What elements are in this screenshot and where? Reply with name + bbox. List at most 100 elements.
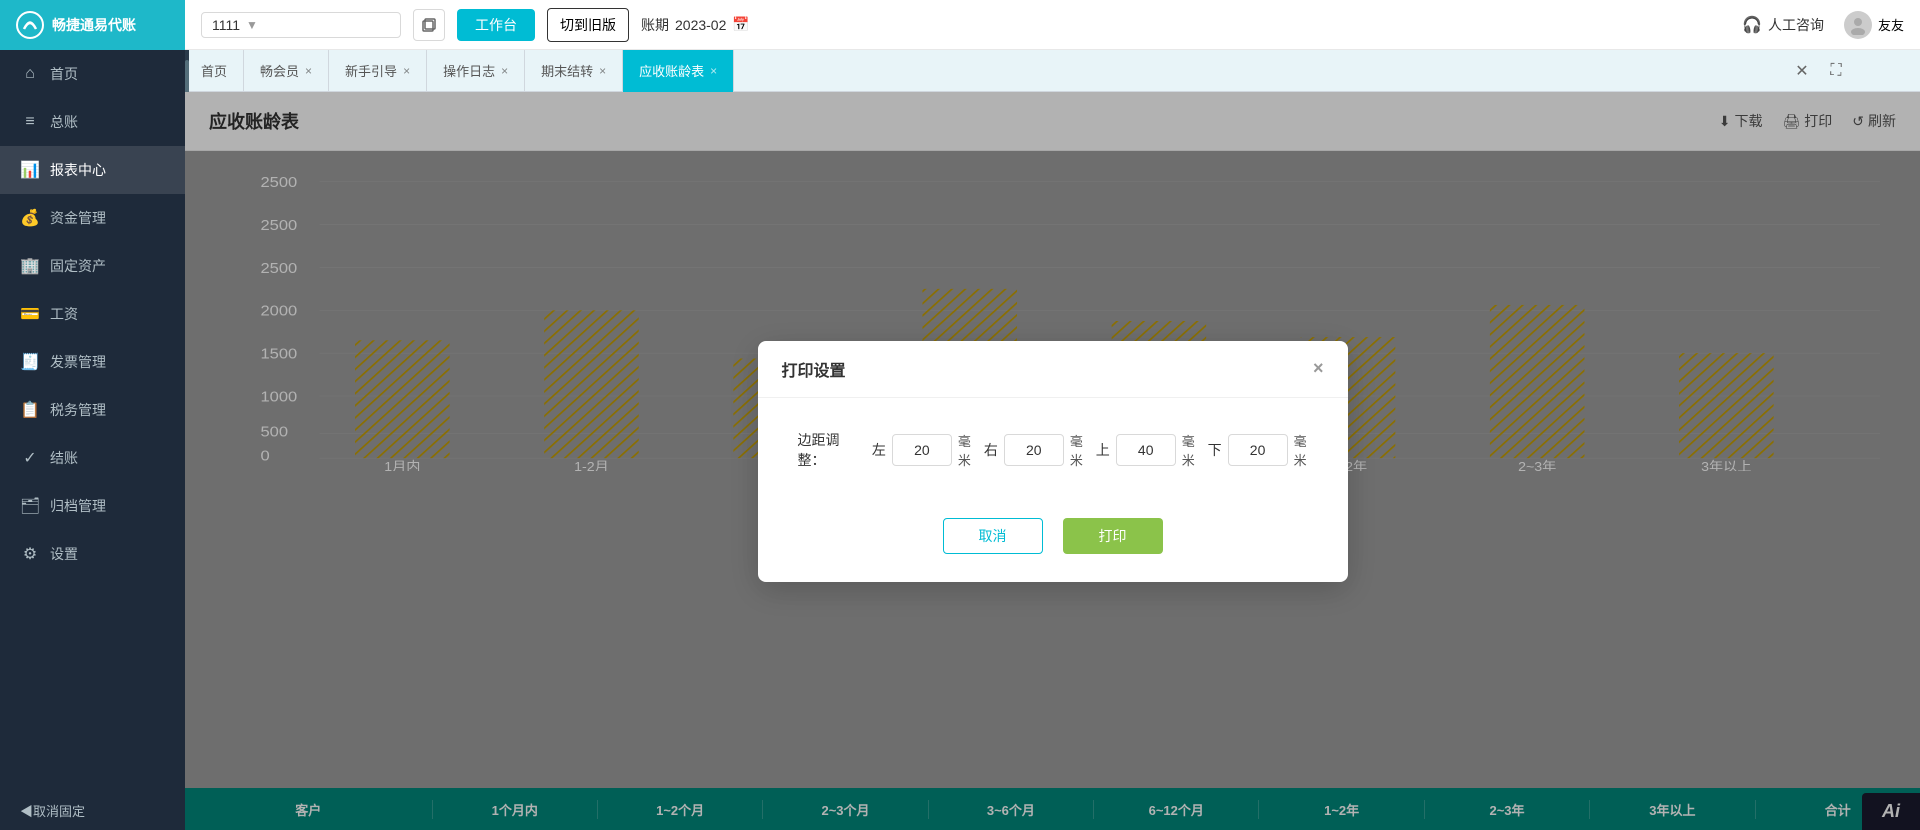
sidebar-item-archive[interactable]: 🗂 归档管理 bbox=[0, 482, 185, 530]
header-right: 🎧 人工咨询 友友 bbox=[1742, 11, 1904, 39]
sidebar-label-reports: 报表中心 bbox=[50, 160, 106, 180]
sidebar-item-settle[interactable]: ✓ 结账 bbox=[0, 434, 185, 482]
margin-right-input[interactable] bbox=[1004, 434, 1064, 466]
margin-bottom-input[interactable] bbox=[1228, 434, 1288, 466]
sidebar-label-home: 首页 bbox=[50, 64, 78, 84]
bottom-direction-label: 下 bbox=[1208, 440, 1222, 460]
sidebar-item-invoice[interactable]: 🧾 发票管理 bbox=[0, 338, 185, 386]
tab-yearend[interactable]: 期末结转 × bbox=[525, 50, 623, 92]
settings-icon: ⚙ bbox=[20, 544, 40, 564]
sidebar-item-funds[interactable]: 💰 资金管理 bbox=[0, 194, 185, 242]
headset-icon: 🎧 bbox=[1742, 15, 1762, 35]
margin-right-group: 右 毫米 bbox=[984, 431, 1084, 469]
margin-bottom-group: 下 毫米 bbox=[1208, 431, 1308, 469]
left-direction-label: 左 bbox=[872, 440, 886, 460]
tab-aging[interactable]: 应收账龄表 × bbox=[623, 50, 734, 92]
sidebar-item-tax[interactable]: 📋 税务管理 bbox=[0, 386, 185, 434]
avatar-icon bbox=[1848, 15, 1868, 35]
confirm-print-button[interactable]: 打印 bbox=[1063, 518, 1163, 554]
ledger-icon: ≡ bbox=[20, 113, 40, 131]
company-select[interactable]: 1111 ▼ bbox=[201, 12, 401, 38]
sidebar-label-archive: 归档管理 bbox=[50, 496, 106, 516]
logo-area: 畅捷通易代账 bbox=[0, 0, 185, 50]
sidebar-label-funds: 资金管理 bbox=[50, 208, 106, 228]
modal-header: 打印设置 × bbox=[758, 341, 1348, 398]
tab-guide-label: 新手引导 bbox=[345, 61, 397, 80]
sidebar-label-settings: 设置 bbox=[50, 544, 78, 564]
tab-guide-close[interactable]: × bbox=[403, 64, 410, 78]
sidebar-bottom-label: ◀取消固定 bbox=[20, 801, 85, 820]
user-avatar bbox=[1844, 11, 1872, 39]
calendar-icon[interactable]: 📅 bbox=[732, 16, 749, 33]
home-icon: ⌂ bbox=[20, 65, 40, 83]
tab-yearend-close[interactable]: × bbox=[599, 64, 606, 78]
cancel-button[interactable]: 取消 bbox=[943, 518, 1043, 554]
tab-home-label: 首页 bbox=[201, 61, 227, 80]
tab-home[interactable]: 首页 bbox=[185, 50, 244, 92]
sidebar-label-salary: 工资 bbox=[50, 304, 78, 324]
sidebar: ⌂ 首页 ≡ 总账 📊 报表中心 💰 资金管理 🏢 固定资产 💳 工资 bbox=[0, 50, 185, 830]
sidebar-label-tax: 税务管理 bbox=[50, 400, 106, 420]
archive-icon: 🗂 bbox=[20, 496, 40, 516]
margin-top-group: 上 毫米 bbox=[1096, 431, 1196, 469]
right-unit-label: 毫米 bbox=[1070, 431, 1084, 469]
switch-old-button[interactable]: 切到旧版 bbox=[547, 8, 629, 42]
tab-vip[interactable]: 畅会员 × bbox=[244, 50, 329, 92]
workbench-button[interactable]: 工作台 bbox=[457, 9, 535, 41]
tab-oplog[interactable]: 操作日志 × bbox=[427, 50, 525, 92]
sidebar-item-ledger[interactable]: ≡ 总账 bbox=[0, 98, 185, 146]
modal-close-button[interactable]: × bbox=[1313, 358, 1324, 379]
tab-aging-close[interactable]: × bbox=[710, 64, 717, 78]
modal-footer: 取消 打印 bbox=[758, 502, 1348, 582]
margin-top-input[interactable] bbox=[1116, 434, 1176, 466]
sidebar-item-reports[interactable]: 📊 报表中心 bbox=[0, 146, 185, 194]
tab-vip-close[interactable]: × bbox=[305, 64, 312, 78]
tab-vip-label: 畅会员 bbox=[260, 61, 299, 80]
page-content: 应收账龄表 ⬇ 下载 🖨 打印 ↺ 刷新 bbox=[185, 92, 1920, 830]
consultant-label: 人工咨询 bbox=[1768, 15, 1824, 35]
tab-oplog-close[interactable]: × bbox=[501, 64, 508, 78]
modal-body: 边距调整： 左 毫米 右 毫米 bbox=[758, 398, 1348, 502]
margin-left-group: 左 毫米 bbox=[872, 431, 972, 469]
print-dialog: 打印设置 × 边距调整： 左 毫米 右 bbox=[758, 341, 1348, 582]
logo-icon bbox=[16, 11, 44, 39]
sidebar-item-salary[interactable]: 💳 工资 bbox=[0, 290, 185, 338]
company-dropdown-arrow: ▼ bbox=[246, 18, 258, 32]
sidebar-label-ledger: 总账 bbox=[50, 112, 78, 132]
modal-overlay: 打印设置 × 边距调整： 左 毫米 右 bbox=[185, 92, 1920, 830]
reports-icon: 📊 bbox=[20, 160, 40, 180]
user-name: 友友 bbox=[1878, 15, 1904, 34]
period-label: 账期 bbox=[641, 15, 669, 35]
tab-aging-label: 应收账龄表 bbox=[639, 61, 704, 80]
logo-text: 畅捷通易代账 bbox=[52, 15, 136, 35]
margin-row: 边距调整： 左 毫米 右 毫米 bbox=[798, 430, 1308, 470]
margin-adjustment-label: 边距调整： bbox=[798, 430, 860, 470]
copy-icon bbox=[421, 17, 437, 33]
tab-maximize-button[interactable]: ⛶ bbox=[1822, 57, 1850, 85]
tab-guide[interactable]: 新手引导 × bbox=[329, 50, 427, 92]
salary-icon: 💳 bbox=[20, 304, 40, 324]
right-direction-label: 右 bbox=[984, 440, 998, 460]
company-name: 1111 bbox=[212, 17, 240, 33]
user-area[interactable]: 友友 bbox=[1844, 11, 1904, 39]
copy-icon-button[interactable] bbox=[413, 9, 445, 41]
assets-icon: 🏢 bbox=[20, 256, 40, 276]
sidebar-item-assets[interactable]: 🏢 固定资产 bbox=[0, 242, 185, 290]
left-unit-label: 毫米 bbox=[958, 431, 972, 469]
tab-yearend-label: 期末结转 bbox=[541, 61, 593, 80]
sidebar-label-settle: 结账 bbox=[50, 448, 78, 468]
tab-bar: 首页 畅会员 × 新手引导 × 操作日志 × 期末结转 × 应收账龄表 × bbox=[185, 50, 1920, 92]
sidebar-collapse-button[interactable]: ◀取消固定 bbox=[0, 791, 185, 830]
margin-left-input[interactable] bbox=[892, 434, 952, 466]
period-value: 2023-02 bbox=[675, 17, 726, 33]
tab-close-all-button[interactable]: ✕ bbox=[1788, 57, 1816, 85]
sidebar-item-settings[interactable]: ⚙ 设置 bbox=[0, 530, 185, 578]
sidebar-item-home[interactable]: ⌂ 首页 bbox=[0, 50, 185, 98]
consultant-area[interactable]: 🎧 人工咨询 bbox=[1742, 15, 1824, 35]
period-area: 账期 2023-02 📅 bbox=[641, 15, 750, 35]
bottom-unit-label: 毫米 bbox=[1294, 431, 1308, 469]
funds-icon: 💰 bbox=[20, 208, 40, 228]
top-unit-label: 毫米 bbox=[1182, 431, 1196, 469]
sidebar-label-assets: 固定资产 bbox=[50, 256, 106, 276]
tax-icon: 📋 bbox=[20, 400, 40, 420]
